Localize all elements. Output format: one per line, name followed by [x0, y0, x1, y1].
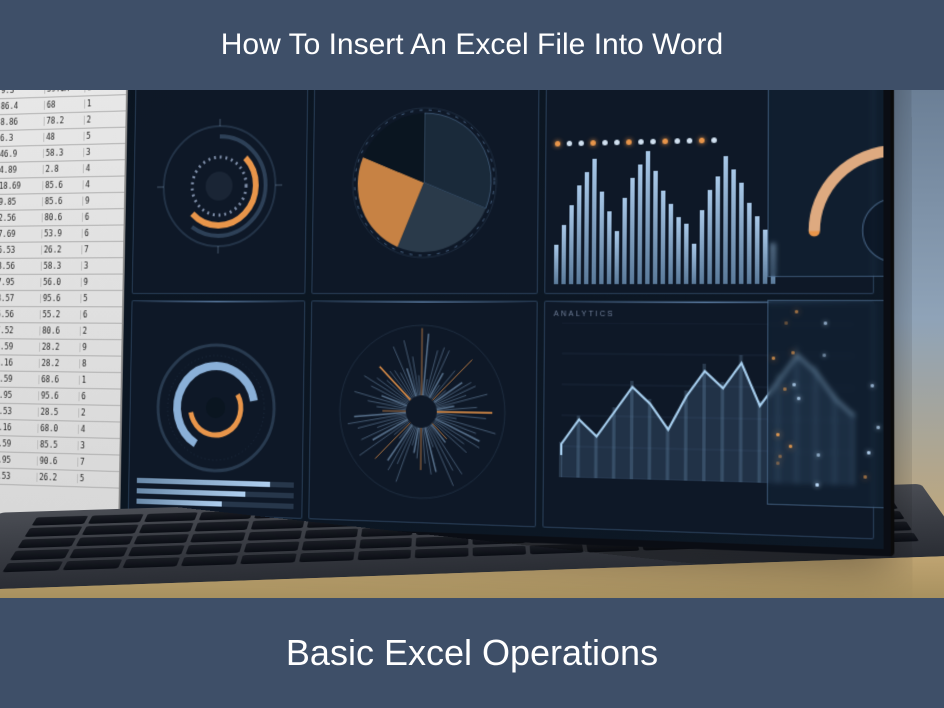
- hologram-panel-top: [767, 90, 883, 277]
- table-row: 258.5326.25: [0, 468, 119, 489]
- table-row: 148.5795.65: [0, 291, 122, 307]
- pie-panel-top: [311, 90, 539, 294]
- gauge-panel-top: [132, 90, 309, 294]
- radial-gauge-icon: [151, 112, 288, 259]
- arc-gauge-icon: [769, 90, 884, 276]
- table-row: 89.8585.69: [0, 193, 124, 211]
- radial-gauge-icon: [147, 334, 285, 483]
- footer-band: Basic Excel Operations: [0, 598, 944, 708]
- hero-illustration: 19.359.6A8286.468138.8678.2246.3485546.9…: [0, 90, 944, 598]
- progress-bars: [136, 478, 293, 509]
- table-row: 137.9556.09: [0, 275, 123, 291]
- page-title: How To Insert An Excel File Into Word: [221, 28, 723, 62]
- table-row: 167.5280.62: [0, 323, 122, 340]
- table-row: 198.5968.61: [0, 371, 121, 389]
- table-row: 188.1628.28: [0, 355, 121, 373]
- dashboard-grid: ANALYTICS: [120, 90, 883, 549]
- table-row: 116.5326.27: [0, 242, 123, 259]
- table-row: 156.5655.26: [0, 307, 122, 324]
- table-row: 107.6953.96: [0, 225, 124, 243]
- screen-content: 19.359.6A8286.468138.8678.2246.3485546.9…: [0, 90, 884, 549]
- gauge-panel-bottom: [128, 300, 305, 519]
- table-row: 175.5928.29: [0, 339, 122, 357]
- starburst-panel: [308, 300, 537, 527]
- hologram-panel-bottom: [767, 300, 884, 513]
- starburst-chart-icon: [329, 314, 517, 512]
- table-row: 92.5680.66: [0, 209, 124, 227]
- header-band: How To Insert An Excel File Into Word: [0, 0, 944, 90]
- spreadsheet-column: 19.359.6A8286.468138.8678.2246.3485546.9…: [0, 90, 128, 521]
- table-row: 128.5658.33: [0, 258, 123, 275]
- laptop-screen: 19.359.6A8286.468138.8678.2246.3485546.9…: [0, 90, 894, 556]
- category-title: Basic Excel Operations: [286, 632, 658, 674]
- laptop-graphic: 19.359.6A8286.468138.8678.2246.3485546.9…: [0, 90, 944, 598]
- pie-chart-icon: [337, 90, 513, 274]
